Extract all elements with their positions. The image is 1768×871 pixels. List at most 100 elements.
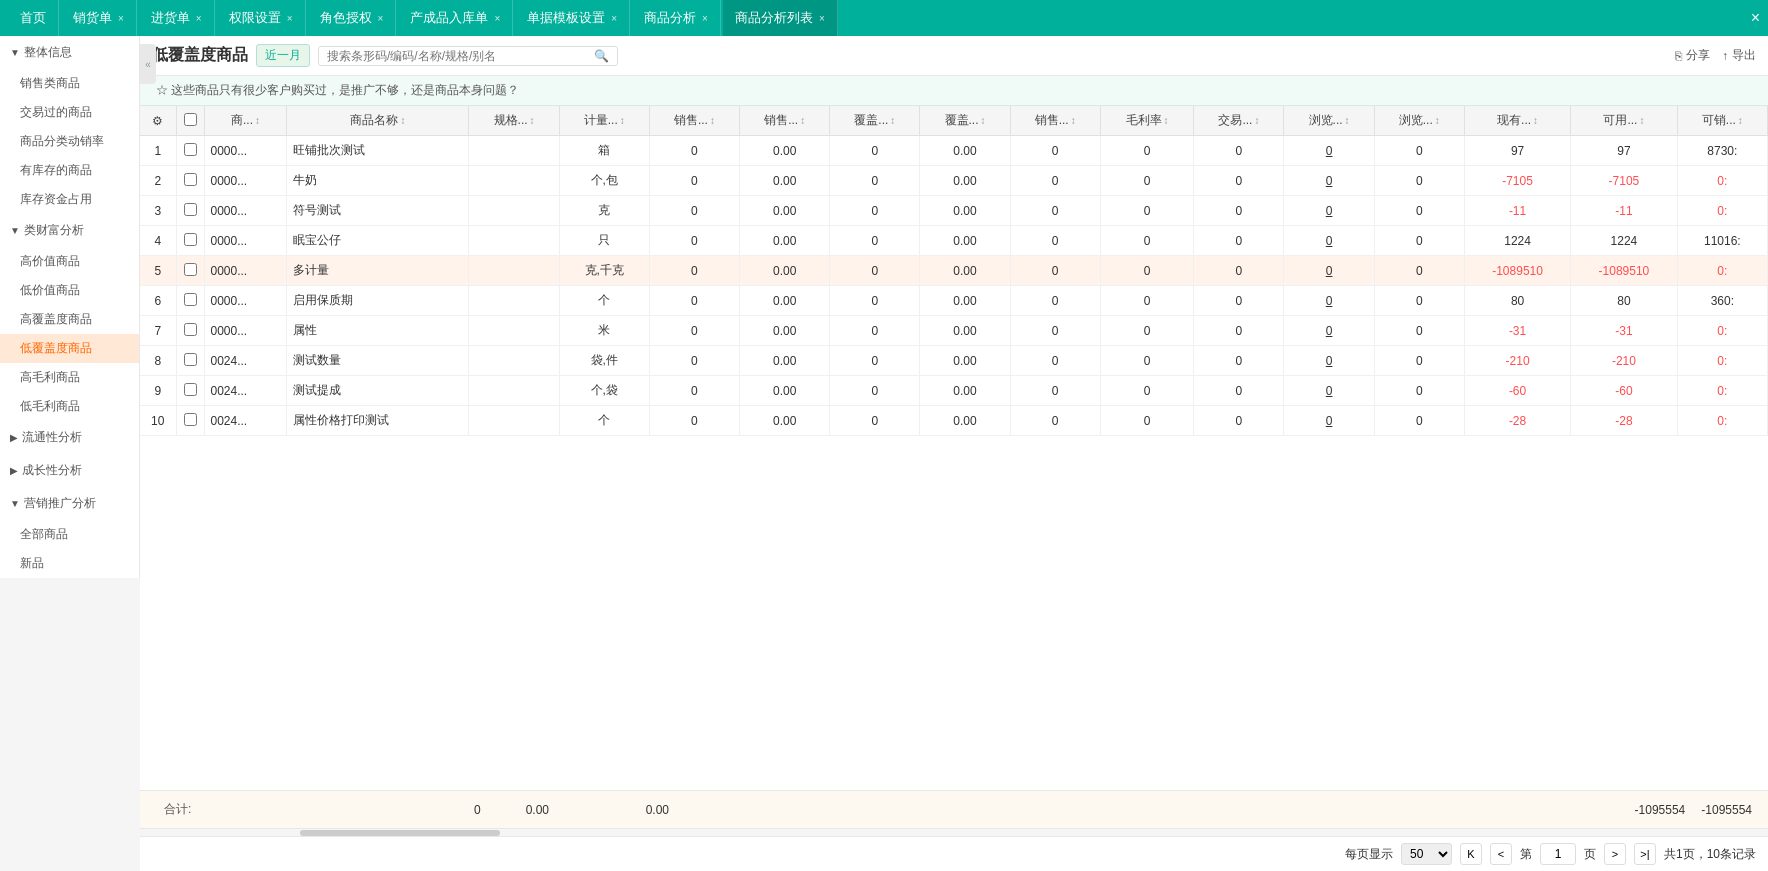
first-page-button[interactable]: K bbox=[1460, 843, 1482, 865]
close-template-tab-icon[interactable]: × bbox=[611, 13, 617, 24]
nav-tab-product-stock[interactable]: 产成品入库单 × bbox=[398, 0, 513, 36]
row-browse1[interactable]: 0 bbox=[1284, 406, 1374, 436]
scrollbar-thumb[interactable] bbox=[300, 830, 500, 836]
th-cover2[interactable]: 覆盖...↕ bbox=[920, 106, 1010, 136]
th-unit[interactable]: 计量...↕ bbox=[559, 106, 649, 136]
th-browse1[interactable]: 浏览...↕ bbox=[1284, 106, 1374, 136]
close-all-tabs-button[interactable]: × bbox=[1751, 9, 1760, 27]
sidebar-item-inventory-capital[interactable]: 库存资金占用 bbox=[0, 185, 139, 214]
sidebar-item-low-value[interactable]: 低价值商品 bbox=[0, 276, 139, 305]
row-checkbox[interactable] bbox=[184, 413, 197, 426]
next-page-button[interactable]: > bbox=[1604, 843, 1626, 865]
row-code: 0024... bbox=[204, 346, 287, 376]
row-sales-amt: 0.00 bbox=[740, 286, 830, 316]
sidebar-item-low-coverage[interactable]: 低覆盖度商品 bbox=[0, 334, 139, 363]
export-button[interactable]: ↑ 导出 bbox=[1722, 47, 1756, 64]
row-browse1[interactable]: 0 bbox=[1284, 256, 1374, 286]
close-product-stock-tab-icon[interactable]: × bbox=[494, 13, 500, 24]
sidebar-section-wealth[interactable]: ▼ 类财富分析 bbox=[0, 214, 139, 247]
prev-page-button[interactable]: < bbox=[1490, 843, 1512, 865]
sidebar-item-sales-goods[interactable]: 销售类商品 bbox=[0, 69, 139, 98]
row-gross-rate: 0 bbox=[1100, 226, 1194, 256]
th-sales-qty[interactable]: 销售...↕ bbox=[649, 106, 739, 136]
row-checkbox[interactable] bbox=[184, 383, 197, 396]
row-browse1[interactable]: 0 bbox=[1284, 376, 1374, 406]
row-checkbox[interactable] bbox=[184, 293, 197, 306]
row-browse1[interactable]: 0 bbox=[1284, 226, 1374, 256]
per-page-select[interactable]: 50 10 20 100 bbox=[1401, 843, 1452, 865]
th-name[interactable]: 商品名称↕ bbox=[287, 106, 469, 136]
row-browse1[interactable]: 0 bbox=[1284, 346, 1374, 376]
sidebar-item-high-value[interactable]: 高价值商品 bbox=[0, 247, 139, 276]
sidebar-item-all-goods[interactable]: 全部商品 bbox=[0, 520, 139, 549]
sidebar-item-high-coverage[interactable]: 高覆盖度商品 bbox=[0, 305, 139, 334]
row-cover2: 0.00 bbox=[920, 406, 1010, 436]
th-code[interactable]: 商...↕ bbox=[204, 106, 287, 136]
row-browse1[interactable]: 0 bbox=[1284, 166, 1374, 196]
th-available[interactable]: 可用...↕ bbox=[1571, 106, 1677, 136]
sidebar-item-high-margin[interactable]: 高毛利商品 bbox=[0, 363, 139, 392]
th-sales-amt[interactable]: 销售...↕ bbox=[740, 106, 830, 136]
close-product-analysis-tab-icon[interactable]: × bbox=[702, 13, 708, 24]
close-product-list-tab-icon[interactable]: × bbox=[819, 13, 825, 24]
row-browse1[interactable]: 0 bbox=[1284, 286, 1374, 316]
row-name: 旺铺批次测试 bbox=[287, 136, 469, 166]
th-settings[interactable]: ⚙ bbox=[140, 106, 176, 136]
close-purchase-tab-icon[interactable]: × bbox=[196, 13, 202, 24]
close-role-tab-icon[interactable]: × bbox=[378, 13, 384, 24]
sidebar-section-marketing[interactable]: ▼ 营销推广分析 bbox=[0, 487, 139, 520]
th-browse2[interactable]: 浏览...↕ bbox=[1374, 106, 1464, 136]
main-layout: « ▼ 整体信息 销售类商品 交易过的商品 商品分类动销率 有库存的商品 库存资… bbox=[0, 36, 1768, 871]
row-checkbox[interactable] bbox=[184, 233, 197, 246]
row-checkbox[interactable] bbox=[184, 323, 197, 336]
th-sellable[interactable]: 可销...↕ bbox=[1677, 106, 1767, 136]
last-page-button[interactable]: >| bbox=[1634, 843, 1656, 865]
sidebar-item-low-margin[interactable]: 低毛利商品 bbox=[0, 392, 139, 421]
row-spec bbox=[469, 316, 559, 346]
sidebar-section-overall[interactable]: ▼ 整体信息 bbox=[0, 36, 139, 69]
row-checkbox[interactable] bbox=[184, 143, 197, 156]
close-permissions-tab-icon[interactable]: × bbox=[287, 13, 293, 24]
row-checkbox[interactable] bbox=[184, 263, 197, 276]
row-checkbox[interactable] bbox=[184, 173, 197, 186]
row-browse1[interactable]: 0 bbox=[1284, 136, 1374, 166]
sidebar-item-stocked-goods[interactable]: 有库存的商品 bbox=[0, 156, 139, 185]
sidebar-item-new-products[interactable]: 新品 bbox=[0, 549, 139, 578]
sidebar-section-growth[interactable]: ▶ 成长性分析 bbox=[0, 454, 139, 487]
nav-tab-product-analysis[interactable]: 商品分析 × bbox=[632, 0, 721, 36]
share-button[interactable]: ⎘ 分享 bbox=[1675, 47, 1710, 64]
nav-tab-role[interactable]: 角色授权 × bbox=[308, 0, 397, 36]
search-input[interactable] bbox=[327, 49, 590, 63]
nav-tab-product-list[interactable]: 商品分析列表 × bbox=[723, 0, 838, 36]
row-sellable: 0: bbox=[1677, 346, 1767, 376]
horizontal-scrollbar[interactable] bbox=[140, 828, 1768, 836]
current-page-input[interactable] bbox=[1540, 843, 1576, 865]
info-banner: ☆ 这些商品只有很少客户购买过，是推广不够，还是商品本身问题？ bbox=[140, 76, 1768, 106]
nav-tab-sales[interactable]: 销货单 × bbox=[61, 0, 137, 36]
th-sales-ret[interactable]: 销售...↕ bbox=[1010, 106, 1100, 136]
row-checkbox[interactable] bbox=[184, 203, 197, 216]
close-sales-tab-icon[interactable]: × bbox=[118, 13, 124, 24]
nav-tab-purchase[interactable]: 进货单 × bbox=[139, 0, 215, 36]
search-icon[interactable]: 🔍 bbox=[594, 49, 609, 63]
row-cover2: 0.00 bbox=[920, 346, 1010, 376]
nav-tab-template[interactable]: 单据模板设置 × bbox=[515, 0, 630, 36]
filter-recent-month-button[interactable]: 近一月 bbox=[256, 44, 310, 67]
nav-tab-home[interactable]: 首页 bbox=[8, 0, 59, 36]
th-cover1[interactable]: 覆盖...↕ bbox=[830, 106, 920, 136]
row-browse1[interactable]: 0 bbox=[1284, 196, 1374, 226]
sidebar-section-liquidity[interactable]: ▶ 流通性分析 bbox=[0, 421, 139, 454]
row-checkbox[interactable] bbox=[184, 353, 197, 366]
row-browse1[interactable]: 0 bbox=[1284, 316, 1374, 346]
row-sales-ret: 0 bbox=[1010, 136, 1100, 166]
select-all-checkbox[interactable] bbox=[184, 113, 197, 126]
th-gross-rate[interactable]: 毛利率↕ bbox=[1100, 106, 1194, 136]
sidebar-item-category-sales-rate[interactable]: 商品分类动销率 bbox=[0, 127, 139, 156]
nav-tab-permissions[interactable]: 权限设置 × bbox=[217, 0, 306, 36]
sidebar-item-traded-goods[interactable]: 交易过的商品 bbox=[0, 98, 139, 127]
row-sales-amt: 0.00 bbox=[740, 226, 830, 256]
th-current[interactable]: 现有...↕ bbox=[1464, 106, 1570, 136]
nav-tab-purchase-label: 进货单 bbox=[151, 9, 190, 27]
th-spec[interactable]: 规格...↕ bbox=[469, 106, 559, 136]
th-trade[interactable]: 交易...↕ bbox=[1194, 106, 1284, 136]
